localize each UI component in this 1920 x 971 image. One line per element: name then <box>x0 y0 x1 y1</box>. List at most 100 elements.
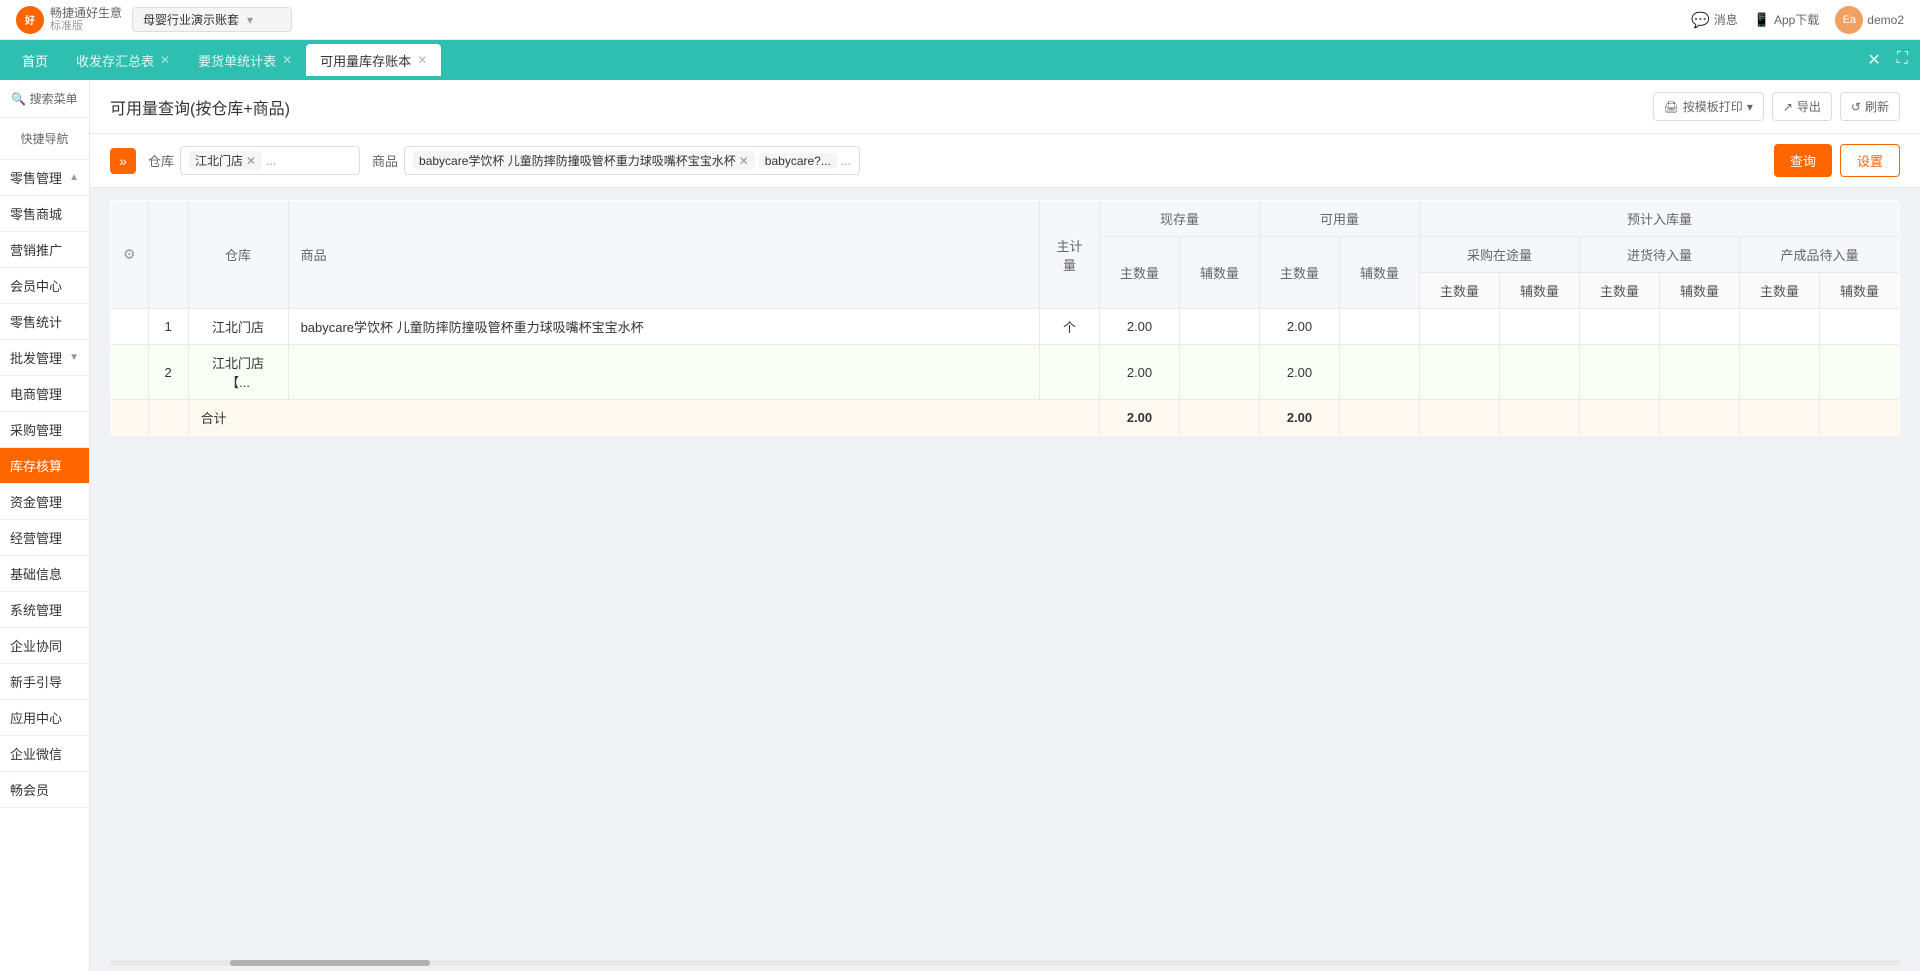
td-summary-num <box>148 400 188 436</box>
td-summary-available-main: 2.00 <box>1260 400 1340 436</box>
product-tag-2-text: babycare?... <box>765 154 831 168</box>
sidebar-item-newguide[interactable]: 新手引导 <box>0 664 89 699</box>
sidebar-item-retail-stats[interactable]: 零售统计 <box>0 304 89 339</box>
filter-actions: 查询 设置 <box>1774 144 1900 177</box>
td-unit-2 <box>1040 345 1100 400</box>
sidebar-quick-nav-item[interactable]: 快捷导航 <box>0 124 89 153</box>
th-warehouse: 仓库 <box>188 201 288 309</box>
user-initial: Ea <box>1843 14 1856 26</box>
content-area: 可用量查询(按仓库+商品) 🖨 按模板打印 ▾ ↗ 导出 ↺ 刷新 <box>90 80 1920 971</box>
query-button[interactable]: 查询 <box>1774 144 1832 177</box>
tab-receive-pay[interactable]: 收发存汇总表 ✕ <box>62 44 184 76</box>
logo-area: 好 畅捷通好生意 标准版 <box>16 6 122 34</box>
expand-icon: » <box>119 153 127 169</box>
sidebar-item-retail-shop[interactable]: 零售商城 <box>0 196 89 231</box>
message-icon: 💬 <box>1691 11 1710 29</box>
th-incoming-aux: 辅数量 <box>1660 273 1740 309</box>
sidebar-item-wecom[interactable]: 企业微信 <box>0 736 89 771</box>
tab-available-stock-close[interactable]: ✕ <box>417 53 427 67</box>
sidebar-item-base[interactable]: 基础信息 <box>0 556 89 591</box>
td-settings-1 <box>111 309 149 345</box>
warehouse-filter-label: 仓库 <box>148 151 174 170</box>
product-tag-1-remove[interactable]: ✕ <box>739 154 749 168</box>
scroll-thumb[interactable] <box>230 960 430 966</box>
tab-home[interactable]: 首页 <box>8 44 62 76</box>
sidebar-section-ecom: 电商管理 <box>0 376 89 412</box>
company-selector[interactable]: 母婴行业演示账套 ▾ <box>132 7 292 32</box>
sidebar-item-retail-shop-label: 零售商城 <box>10 204 62 223</box>
sidebar-item-member-label: 会员中心 <box>10 276 62 295</box>
user-area[interactable]: Ea demo2 <box>1835 6 1904 34</box>
td-num-2: 2 <box>148 345 188 400</box>
refresh-btn[interactable]: ↺ 刷新 <box>1840 92 1900 121</box>
sidebar-item-ecom[interactable]: 电商管理 <box>0 376 89 411</box>
sidebar-section-business: 经营管理 <box>0 520 89 556</box>
td-incoming-aux-2 <box>1660 345 1740 400</box>
data-table: ⚙ 仓库 商品 主计量 现存量 <box>110 200 1900 436</box>
company-name: 母婴行业演示账套 <box>143 11 239 28</box>
warehouse-more[interactable]: ... <box>266 154 276 168</box>
th-available-main: 主数量 <box>1260 237 1340 309</box>
th-available-aux: 辅数量 <box>1340 237 1420 309</box>
print-template-btn[interactable]: 🖨 按模板打印 ▾ <box>1653 92 1764 121</box>
app-download-btn[interactable]: 📱 App下载 <box>1754 11 1820 28</box>
td-stock-aux-1 <box>1180 309 1260 345</box>
product-input[interactable]: babycare学饮杯 儿童防摔防撞吸管杯重力球吸嘴杯宝宝水杯 ✕ babyca… <box>404 146 860 175</box>
refresh-label: 刷新 <box>1865 98 1889 115</box>
sidebar-item-member2[interactable]: 畅会员 <box>0 772 89 807</box>
tab-receive-pay-close[interactable]: ✕ <box>160 53 170 67</box>
td-stock-main-2: 2.00 <box>1100 345 1180 400</box>
settings-gear-icon[interactable]: ⚙ <box>123 246 136 262</box>
sidebar-section-system: 系统管理 <box>0 592 89 628</box>
sidebar-item-newguide-label: 新手引导 <box>10 672 62 691</box>
sidebar-search-label: 搜索菜单 <box>30 92 78 106</box>
maximize-win-btn[interactable]: ⛶ <box>1893 50 1912 70</box>
sidebar-search[interactable]: 🔍 搜索菜单 <box>0 80 89 118</box>
td-incoming-main-1 <box>1580 309 1660 345</box>
sidebar-section-purchase: 采购管理 <box>0 412 89 448</box>
sidebar-item-retail[interactable]: 零售管理 ▲ <box>0 160 89 195</box>
th-purchase-main: 主数量 <box>1420 273 1500 309</box>
product-tag-1: babycare学饮杯 儿童防摔防撞吸管杯重力球吸嘴杯宝宝水杯 ✕ <box>413 151 755 170</box>
table-wrapper: ⚙ 仓库 商品 主计量 现存量 <box>90 188 1920 955</box>
sidebar-section-wecom: 企业微信 <box>0 736 89 772</box>
sidebar-item-marketing[interactable]: 营销推广 <box>0 232 89 267</box>
warehouse-input[interactable]: 江北门店 ✕ ... <box>180 146 360 175</box>
sidebar-item-finance[interactable]: 资金管理 <box>0 484 89 519</box>
message-btn[interactable]: 💬 消息 <box>1691 11 1738 29</box>
setting-button[interactable]: 设置 <box>1840 144 1900 177</box>
sidebar-item-enterprise[interactable]: 企业协同 <box>0 628 89 663</box>
export-btn[interactable]: ↗ 导出 <box>1772 92 1832 121</box>
sidebar-item-wholesale[interactable]: 批发管理 ▼ <box>0 340 89 375</box>
footer-scroll <box>90 955 1920 971</box>
th-stock-main: 主数量 <box>1100 237 1180 309</box>
sidebar-item-purchase[interactable]: 采购管理 <box>0 412 89 447</box>
tab-bar: 首页 收发存汇总表 ✕ 要货单统计表 ✕ 可用量库存账本 ✕ ✕ ⛶ <box>0 40 1920 80</box>
td-stock-aux-2 <box>1180 345 1260 400</box>
export-label: 导出 <box>1797 98 1821 115</box>
download-label: App下载 <box>1774 11 1819 28</box>
td-unit-1: 个 <box>1040 309 1100 345</box>
sidebar-item-member[interactable]: 会员中心 <box>0 268 89 303</box>
product-more[interactable]: ... <box>841 154 851 168</box>
scroll-track[interactable] <box>110 960 1900 966</box>
sidebar-item-business[interactable]: 经营管理 <box>0 520 89 555</box>
sidebar-item-appcenter[interactable]: 应用中心 <box>0 700 89 735</box>
td-summary-purchase-aux <box>1500 400 1580 436</box>
page-header: 可用量查询(按仓库+商品) 🖨 按模板打印 ▾ ↗ 导出 ↺ 刷新 <box>90 80 1920 134</box>
sidebar-item-inventory[interactable]: 库存核算 <box>0 448 89 483</box>
filter-expand-btn[interactable]: » <box>110 148 136 174</box>
td-product-aux-2 <box>1820 345 1900 400</box>
warehouse-tag: 江北门店 ✕ <box>189 151 262 170</box>
tab-order-stats[interactable]: 要货单统计表 ✕ <box>184 44 306 76</box>
sidebar-item-system[interactable]: 系统管理 <box>0 592 89 627</box>
td-available-aux-1 <box>1340 309 1420 345</box>
td-summary-incoming-main <box>1580 400 1660 436</box>
warehouse-tag-remove[interactable]: ✕ <box>246 154 256 168</box>
th-product-pending-group: 产成品待入量 <box>1740 237 1900 273</box>
close-win-btn[interactable]: ✕ <box>1863 50 1884 70</box>
tab-available-stock[interactable]: 可用量库存账本 ✕ <box>306 44 441 76</box>
td-warehouse-2: 江北门店【... <box>188 345 288 400</box>
sidebar-section-member: 会员中心 <box>0 268 89 304</box>
tab-order-stats-close[interactable]: ✕ <box>282 53 292 67</box>
